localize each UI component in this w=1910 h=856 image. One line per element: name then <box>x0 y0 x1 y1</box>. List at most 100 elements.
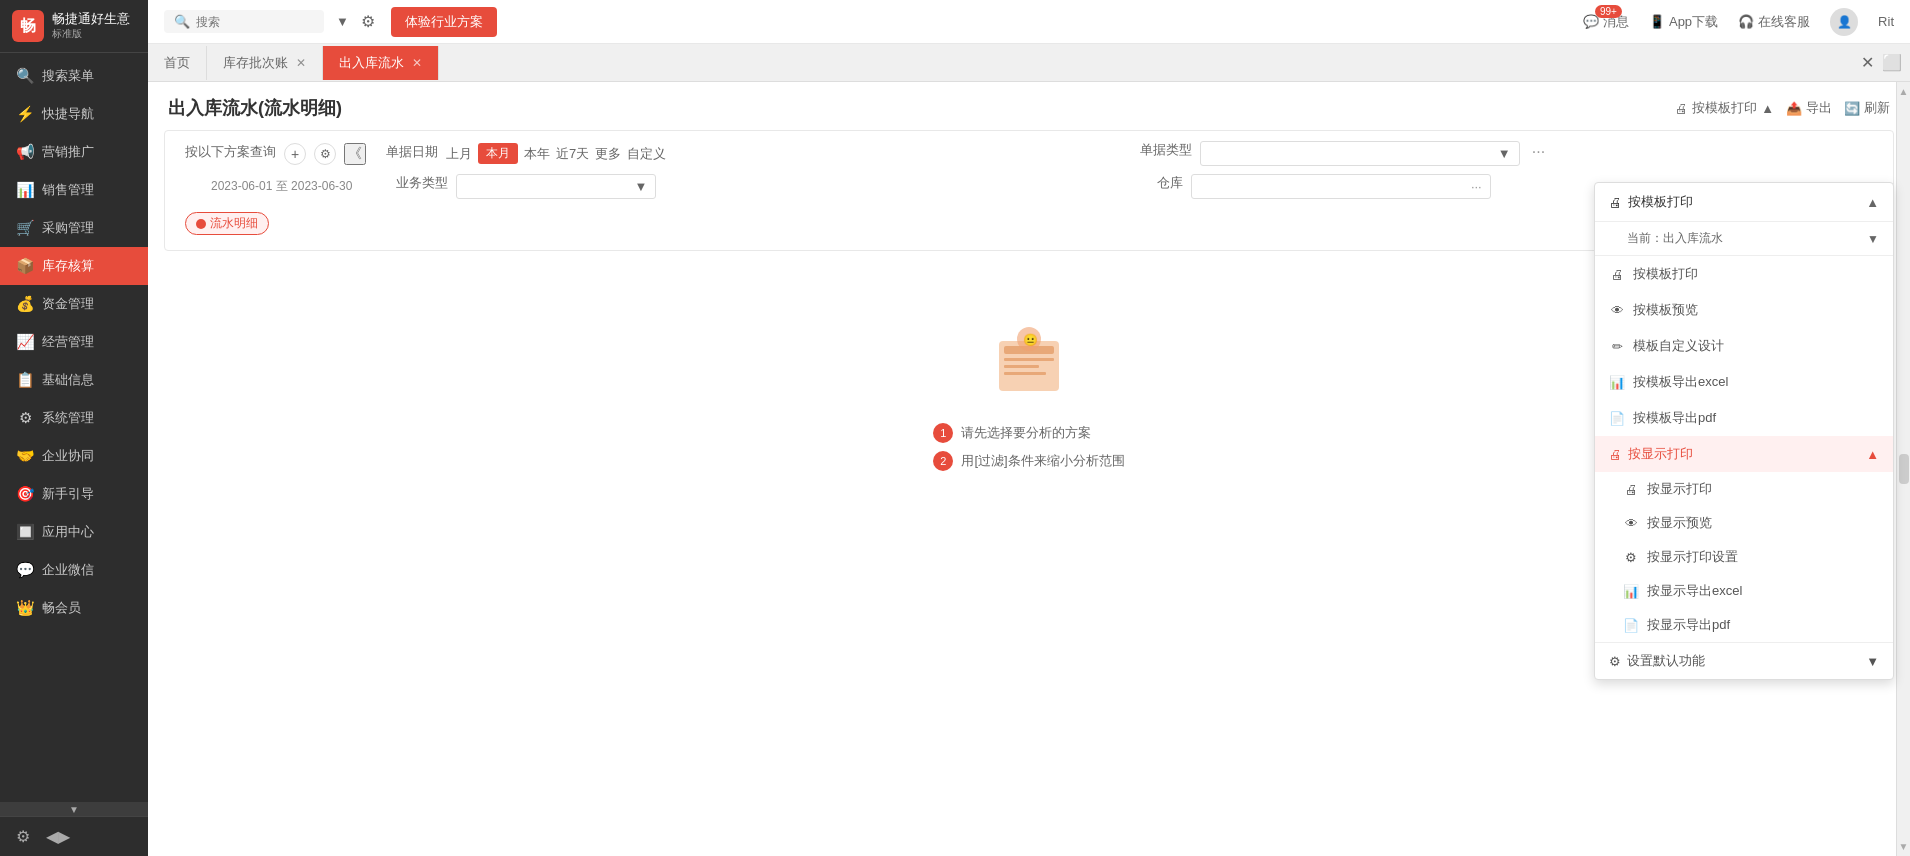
sidebar-item-label: 企业协同 <box>42 447 94 465</box>
dropdown-item-template-custom[interactable]: ✏ 模板自定义设计 <box>1595 328 1893 364</box>
date-opt-7days[interactable]: 近7天 <box>556 145 589 163</box>
filter-settings-button[interactable]: ⚙ <box>314 143 336 165</box>
filter-collapse-button[interactable]: 《 <box>344 143 366 165</box>
topbar-search-box[interactable]: 🔍 <box>164 10 324 33</box>
filter-add-button[interactable]: + <box>284 143 306 165</box>
export-button[interactable]: 📤 导出 <box>1786 99 1832 117</box>
app-icon: 📱 <box>1649 14 1665 29</box>
sidebar-item-operation[interactable]: 📈 经营管理 <box>0 323 148 361</box>
sidebar-scroll-down[interactable]: ▼ <box>0 802 148 816</box>
topbar-gear-icon[interactable]: ⚙ <box>361 12 375 31</box>
date-opt-year[interactable]: 本年 <box>524 145 550 163</box>
sidebar-item-finance[interactable]: 💰 资金管理 <box>0 285 148 323</box>
footer-settings-icon: ⚙ <box>1609 654 1621 669</box>
tab-batch-close[interactable]: ✕ <box>296 56 306 70</box>
filter-business-label: 业务类型 <box>396 174 448 192</box>
message-button[interactable]: 💬 消息 99+ <box>1583 13 1629 31</box>
sidebar-item-cooperation[interactable]: 🤝 企业协同 <box>0 437 148 475</box>
scroll-down-arrow[interactable]: ▼ <box>1899 841 1909 852</box>
shortcut-icon: ⚡ <box>16 105 34 123</box>
filter-warehouse-select[interactable]: ··· <box>1191 174 1491 199</box>
dropdown-item-template-print[interactable]: 🖨 按模板打印 <box>1595 256 1893 292</box>
cooperation-icon: 🤝 <box>16 447 34 465</box>
dropdown-item-display-excel[interactable]: 📊 按显示导出excel <box>1595 574 1893 608</box>
sidebar-item-inventory[interactable]: 📦 库存核算 <box>0 247 148 285</box>
filter-business-select[interactable]: ▼ <box>456 174 656 199</box>
tab-maximize-button[interactable]: ⬜ <box>1882 53 1902 72</box>
online-service-button[interactable]: 🎧 在线客服 <box>1738 13 1810 31</box>
sidebar-item-label: 销售管理 <box>42 181 94 199</box>
print-button[interactable]: 🖨 按模板打印 ▲ <box>1675 99 1774 117</box>
dropdown-item-template-excel[interactable]: 📊 按模板导出excel <box>1595 364 1893 400</box>
sidebar-item-shortcut[interactable]: ⚡ 快捷导航 <box>0 95 148 133</box>
collapse-icon[interactable]: ◀▶ <box>46 827 70 846</box>
right-scrollbar[interactable]: ▲ ▼ <box>1896 82 1910 856</box>
dropdown-item-template-pdf[interactable]: 📄 按模板导出pdf <box>1595 400 1893 436</box>
username-label[interactable]: Rit <box>1878 14 1894 29</box>
dropdown-item-display-preview[interactable]: 👁 按显示预览 <box>1595 506 1893 540</box>
service-label: 在线客服 <box>1758 13 1810 31</box>
step-2-num: 2 <box>933 451 953 471</box>
sidebar-item-label: 经营管理 <box>42 333 94 351</box>
date-opt-custom[interactable]: 自定义 <box>627 145 666 163</box>
dropdown-footer[interactable]: ⚙ 设置默认功能 ▼ <box>1595 642 1893 679</box>
filter-active-tag[interactable]: 流水明细 <box>185 212 269 235</box>
sidebar-item-member[interactable]: 👑 畅会员 <box>0 589 148 627</box>
search-icon: 🔍 <box>16 67 34 85</box>
date-opt-current-month[interactable]: 本月 <box>478 143 518 164</box>
dropdown-item-display-print[interactable]: 🖨 按显示打印 <box>1595 472 1893 506</box>
sidebar-item-label: 快捷导航 <box>42 105 94 123</box>
template-pdf-label: 按模板导出pdf <box>1633 409 1716 427</box>
settings-icon[interactable]: ⚙ <box>16 827 30 846</box>
refresh-label: 刷新 <box>1864 99 1890 117</box>
sidebar-item-guide[interactable]: 🎯 新手引导 <box>0 475 148 513</box>
sidebar-item-system[interactable]: ⚙ 系统管理 <box>0 399 148 437</box>
display-preview-icon: 👁 <box>1623 515 1639 531</box>
dropdown-current-item[interactable]: 当前：出入库流水 ▼ <box>1595 222 1893 256</box>
filter-type-label: 单据类型 <box>1140 141 1192 159</box>
dropdown-up-arrow[interactable]: ▲ <box>1866 195 1879 210</box>
scroll-thumb[interactable] <box>1899 454 1909 484</box>
tabs-right-actions: ✕ ⬜ <box>1861 53 1910 72</box>
tab-close-all-button[interactable]: ✕ <box>1861 53 1874 72</box>
svg-text:😐: 😐 <box>1023 332 1038 347</box>
dropdown-item-template-preview[interactable]: 👁 按模板预览 <box>1595 292 1893 328</box>
sidebar-item-sales[interactable]: 📊 销售管理 <box>0 171 148 209</box>
topbar-right: 💬 消息 99+ 📱 App下载 🎧 在线客服 👤 Rit <box>1583 8 1894 36</box>
finance-icon: 💰 <box>16 295 34 313</box>
date-opt-more[interactable]: 更多 <box>595 145 621 163</box>
sidebar-item-label: 系统管理 <box>42 409 94 427</box>
sidebar-item-marketing[interactable]: 📢 营销推广 <box>0 133 148 171</box>
tab-home[interactable]: 首页 <box>148 46 207 80</box>
filter-type-more-button[interactable]: ··· <box>1528 141 1550 163</box>
template-excel-label: 按模板导出excel <box>1633 373 1728 391</box>
sidebar-item-basic[interactable]: 📋 基础信息 <box>0 361 148 399</box>
sidebar-item-wechat[interactable]: 💬 企业微信 <box>0 551 148 589</box>
display-preview-label: 按显示预览 <box>1647 514 1712 532</box>
tab-batch-account[interactable]: 库存批次账 ✕ <box>207 46 323 80</box>
filter-type-select[interactable]: ▼ <box>1200 141 1520 166</box>
tab-inout-close[interactable]: ✕ <box>412 56 422 70</box>
filter-type-arrow: ▼ <box>1498 146 1511 161</box>
app-label: App下载 <box>1669 13 1718 31</box>
template-excel-icon: 📊 <box>1609 374 1625 390</box>
print-arrow-icon: ▲ <box>1761 101 1774 116</box>
search-input[interactable] <box>196 15 296 29</box>
scroll-up-arrow[interactable]: ▲ <box>1899 86 1909 97</box>
app-download-button[interactable]: 📱 App下载 <box>1649 13 1718 31</box>
display-section-arrow: ▲ <box>1866 447 1879 462</box>
tab-inout-flow[interactable]: 出入库流水 ✕ <box>323 46 439 80</box>
dropdown-display-section[interactable]: 🖨 按显示打印 ▲ <box>1595 436 1893 472</box>
date-opt-last-month[interactable]: 上月 <box>446 145 472 163</box>
search-dropdown-arrow[interactable]: ▼ <box>336 14 349 29</box>
sidebar-item-label: 采购管理 <box>42 219 94 237</box>
refresh-button[interactable]: 🔄 刷新 <box>1844 99 1890 117</box>
sidebar-item-search[interactable]: 🔍 搜索菜单 <box>0 57 148 95</box>
user-avatar[interactable]: 👤 <box>1830 8 1858 36</box>
sidebar-item-appcenter[interactable]: 🔲 应用中心 <box>0 513 148 551</box>
inventory-icon: 📦 <box>16 257 34 275</box>
industry-button[interactable]: 体验行业方案 <box>391 7 497 37</box>
sidebar-item-purchase[interactable]: 🛒 采购管理 <box>0 209 148 247</box>
dropdown-item-display-settings[interactable]: ⚙ 按显示打印设置 <box>1595 540 1893 574</box>
dropdown-item-display-pdf[interactable]: 📄 按显示导出pdf <box>1595 608 1893 642</box>
